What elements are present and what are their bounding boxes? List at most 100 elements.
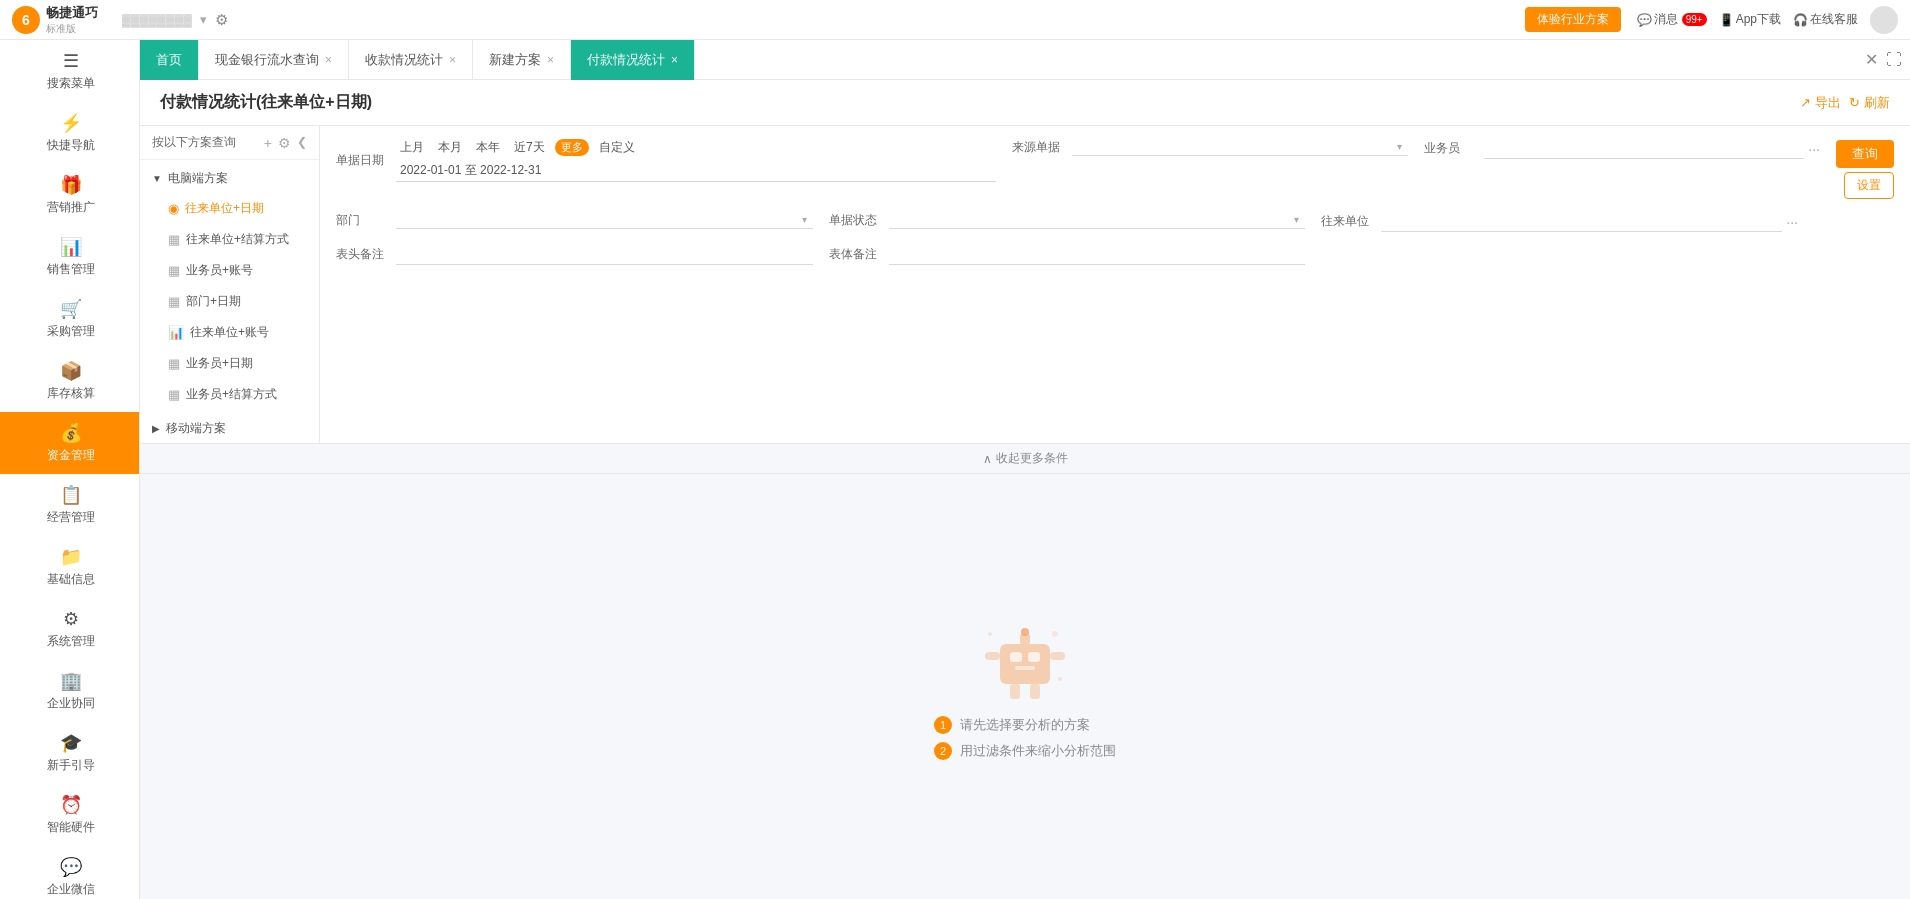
pc-group-arrow: ▼ [152, 173, 162, 184]
tab-payment-close[interactable]: × [671, 53, 678, 67]
tab-payment[interactable]: 付款情况统计 × [571, 40, 695, 80]
export-button[interactable]: ↗ 导出 [1800, 94, 1841, 112]
tab-cash-close[interactable]: × [325, 53, 332, 67]
settings-button[interactable]: 设置 [1844, 172, 1894, 199]
sidebar-label-enterprise: 企业协同 [47, 695, 95, 712]
unit-date-icon: ◉ [168, 201, 179, 216]
tab-cash[interactable]: 现金银行流水查询 × [199, 40, 349, 80]
filter-item-source: 来源单据 ▾ [1012, 138, 1408, 156]
sidebar-item-inventory[interactable]: 📦 库存核算 [0, 350, 139, 412]
sidebar-item-enterprise[interactable]: 🏢 企业协同 [0, 660, 139, 722]
scheme-mobile-group[interactable]: ▶ 移动端方案 [140, 414, 319, 443]
scheme-settings-btn[interactable]: ⚙ [278, 135, 291, 151]
date-tab-last-month[interactable]: 上月 [396, 138, 428, 157]
dept-select[interactable]: ▾ [396, 211, 813, 229]
bill-status-arrow: ▾ [1294, 214, 1299, 225]
filter-item-dept: 部门 ▾ [336, 211, 813, 229]
tab-new-scheme-close[interactable]: × [547, 53, 554, 67]
date-tab-this-month[interactable]: 本月 [434, 138, 466, 157]
refresh-button[interactable]: ↻ 刷新 [1849, 94, 1890, 112]
sidebar-item-capital[interactable]: 💰 资金管理 [0, 412, 139, 474]
body-note-input[interactable] [889, 244, 1306, 265]
sidebar-label-marketing: 营销推广 [47, 199, 95, 216]
sidebar-label-sales: 销售管理 [47, 261, 95, 278]
scheme-item-staff-settle[interactable]: ▦ 业务员+结算方式 [140, 379, 319, 410]
scheme-item-staff-date[interactable]: ▦ 业务员+日期 [140, 348, 319, 379]
tab-bar-actions: ✕ ⛶ [1865, 50, 1910, 69]
tip-num-2: 2 [934, 742, 952, 760]
date-tab-7days[interactable]: 近7天 [510, 138, 549, 157]
date-range-input[interactable]: 2022-01-01 至 2022-12-31 [396, 160, 996, 182]
app-download-area[interactable]: 📱 App下载 [1719, 11, 1781, 28]
unit-dots[interactable]: ··· [1786, 214, 1798, 230]
sidebar-item-basic[interactable]: 📁 基础信息 [0, 536, 139, 598]
sidebar-item-sales[interactable]: 📊 销售管理 [0, 226, 139, 288]
sidebar-item-guide[interactable]: 🎓 新手引导 [0, 722, 139, 784]
filter-panel: 单据日期 上月 本月 本年 近7天 更多 自定义 [320, 126, 1910, 443]
staff-input[interactable] [1484, 138, 1804, 159]
sidebar-label-shortcut: 快捷导航 [47, 137, 95, 154]
bill-status-select[interactable]: ▾ [889, 211, 1306, 229]
scheme-item-unit-date[interactable]: ◉ 往来单位+日期 [140, 193, 319, 224]
collapse-bar[interactable]: ∧ 收起更多条件 [140, 443, 1910, 474]
svg-point-11 [1058, 677, 1062, 681]
sidebar-label-guide: 新手引导 [47, 757, 95, 774]
dept-label: 部门 [336, 212, 388, 229]
unit-input[interactable] [1381, 211, 1782, 232]
svg-rect-2 [1028, 652, 1040, 662]
query-button[interactable]: 查询 [1836, 140, 1894, 168]
scheme-item-staff-account[interactable]: ▦ 业务员+账号 [140, 255, 319, 286]
empty-icon [975, 614, 1075, 704]
page-header-actions: ↗ 导出 ↻ 刷新 [1800, 94, 1890, 112]
scheme-collapse-btn[interactable]: ❮ [297, 135, 307, 151]
date-tab-custom[interactable]: 自定义 [595, 138, 639, 157]
scheme-add-btn[interactable]: + [264, 135, 272, 151]
sidebar-item-search[interactable]: ☰ 搜索菜单 [0, 40, 139, 102]
dropdown-arrow[interactable]: ▾ [200, 12, 207, 27]
tab-maximize-btn[interactable]: ⛶ [1886, 51, 1902, 69]
logo-name: 畅捷通巧 [46, 4, 98, 22]
staff-dots[interactable]: ··· [1808, 141, 1820, 157]
scheme-pc-group-header[interactable]: ▼ 电脑端方案 [140, 164, 319, 193]
date-tab-more[interactable]: 更多 [555, 139, 589, 156]
scheme-item-unit-account[interactable]: 📊 往来单位+账号 [140, 317, 319, 348]
header-note-input[interactable] [396, 244, 813, 265]
tab-home[interactable]: 首页 [140, 40, 199, 80]
app-download-label: App下载 [1736, 11, 1781, 28]
scheme-item-dept-date[interactable]: ▦ 部门+日期 [140, 286, 319, 317]
tab-payment-label: 付款情况统计 [587, 51, 665, 69]
staff-settle-label: 业务员+结算方式 [186, 386, 277, 403]
message-icon-area[interactable]: 💬 消息 99+ [1637, 11, 1707, 28]
scheme-item-unit-settle[interactable]: ▦ 往来单位+结算方式 [140, 224, 319, 255]
page-content: 付款情况统计(往来单位+日期) ↗ 导出 ↻ 刷新 [140, 80, 1910, 899]
user-avatar[interactable] [1870, 6, 1898, 34]
tab-receipt[interactable]: 收款情况统计 × [349, 40, 473, 80]
source-select[interactable]: ▾ [1072, 138, 1408, 156]
sidebar-item-system[interactable]: ⚙ 系统管理 [0, 598, 139, 660]
filter-item-staff: 业务员 ··· [1424, 138, 1820, 159]
online-service-area[interactable]: 🎧 在线客服 [1793, 11, 1858, 28]
sidebar-item-hardware[interactable]: ⏰ 智能硬件 [0, 784, 139, 846]
sidebar-label-inventory: 库存核算 [47, 385, 95, 402]
dept-arrow: ▾ [802, 214, 807, 225]
svg-rect-1 [1010, 652, 1022, 662]
date-tab-this-year[interactable]: 本年 [472, 138, 504, 157]
sidebar-item-operation[interactable]: 📋 经营管理 [0, 474, 139, 536]
query-actions: 查询 设置 [1836, 138, 1894, 199]
tab-receipt-close[interactable]: × [449, 53, 456, 67]
svg-rect-8 [1010, 684, 1020, 699]
sidebar-item-shortcut[interactable]: ⚡ 快捷导航 [0, 102, 139, 164]
empty-tip-1: 1 请先选择要分析的方案 [934, 716, 1116, 734]
date-label: 单据日期 [336, 152, 388, 169]
settings-icon[interactable]: ⚙ [215, 11, 228, 29]
staff-settle-icon: ▦ [168, 387, 180, 402]
refresh-icon: ↻ [1849, 95, 1860, 110]
tab-new-scheme[interactable]: 新建方案 × [473, 40, 571, 80]
sidebar-item-marketing[interactable]: 🎁 营销推广 [0, 164, 139, 226]
tab-close-all-btn[interactable]: ✕ [1865, 50, 1878, 69]
trial-button[interactable]: 体验行业方案 [1525, 7, 1621, 32]
sidebar-label-capital: 资金管理 [47, 447, 95, 464]
sidebar-item-weixin[interactable]: 💬 企业微信 [0, 846, 139, 899]
message-label: 消息 [1654, 11, 1678, 28]
sidebar-item-purchase[interactable]: 🛒 采购管理 [0, 288, 139, 350]
